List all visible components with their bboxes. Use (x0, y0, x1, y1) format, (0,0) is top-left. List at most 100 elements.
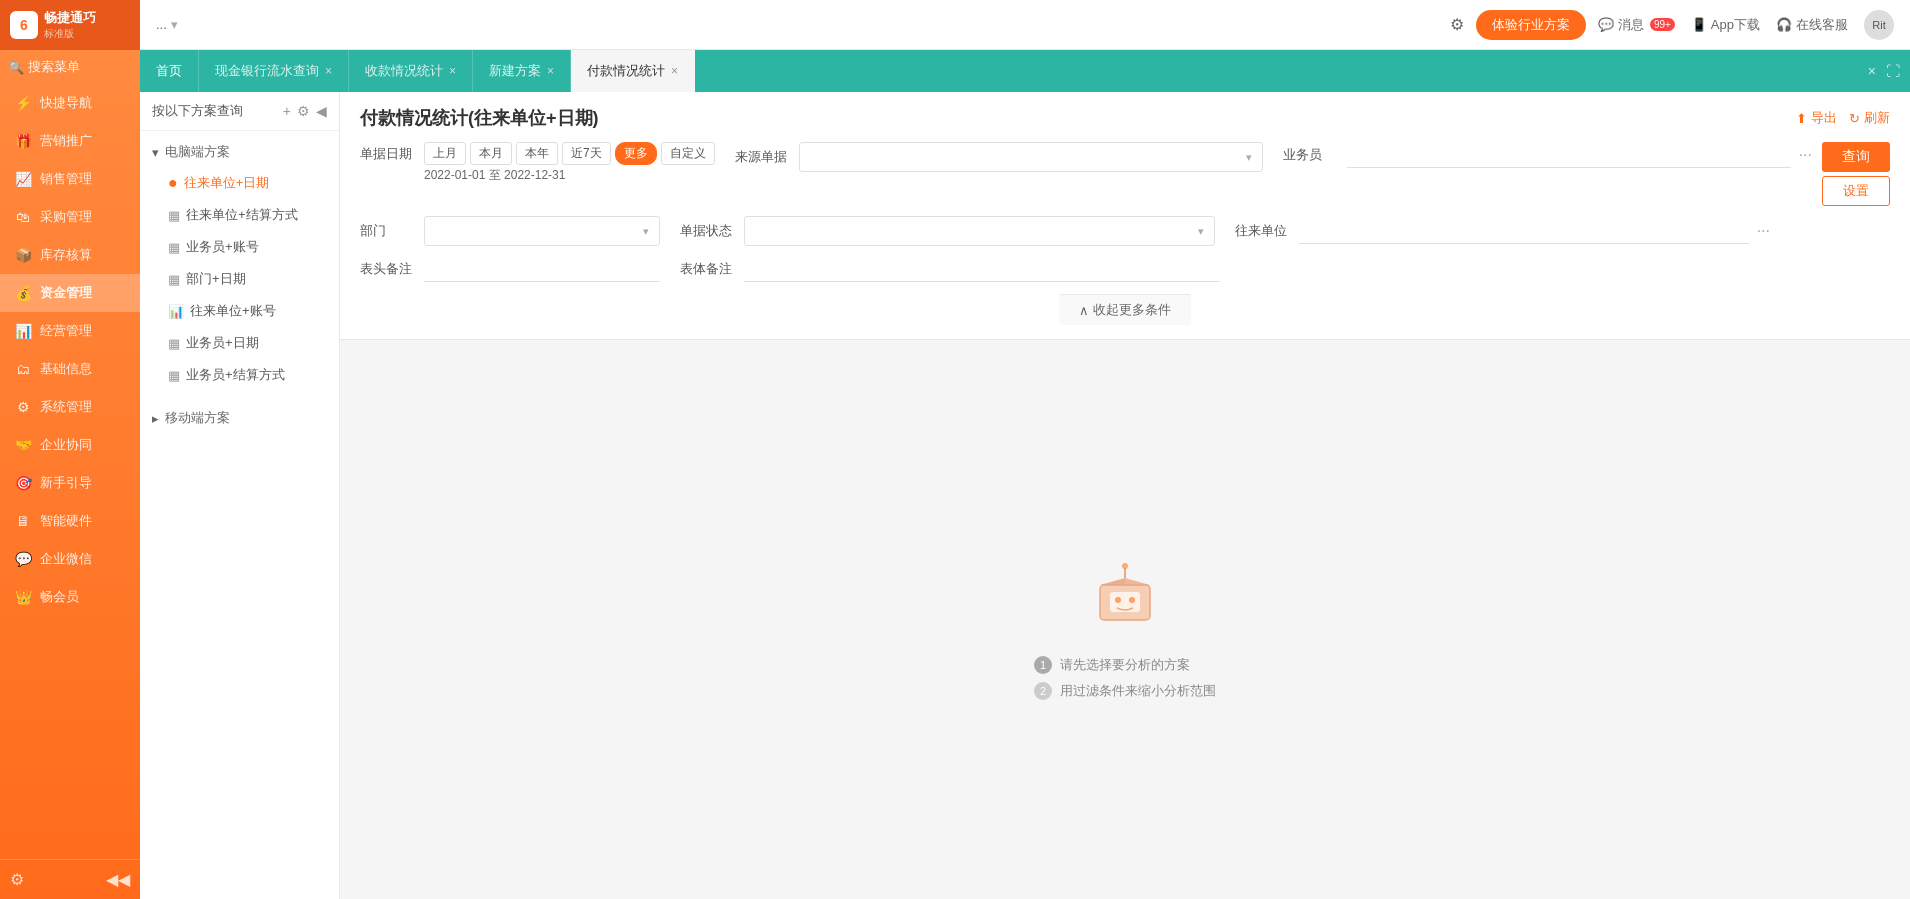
partner-input[interactable] (1299, 218, 1749, 244)
tab-payment-close[interactable]: × (671, 64, 678, 78)
dept-select[interactable]: ▾ (424, 216, 660, 246)
tabbar: 首页 现金银行流水查询 × 收款情况统计 × 新建方案 × 付款情况统计 × ×… (140, 50, 1910, 92)
export-btn[interactable]: ⬆ 导出 (1796, 109, 1837, 127)
tabbar-controls: × ⛶ (1858, 50, 1910, 92)
finance-icon: 💰 (14, 284, 32, 302)
sidebar-item-quick-nav[interactable]: ⚡ 快捷导航 (0, 84, 140, 122)
dept-label: 部门 (360, 222, 416, 240)
app-download-btn[interactable]: 📱 App下载 (1691, 16, 1760, 34)
sidebar-item-marketing[interactable]: 🎁 营销推广 (0, 122, 140, 160)
tab-new-plan[interactable]: 新建方案 × (473, 50, 571, 92)
plan-item-salesman-settle[interactable]: ▦ 业务员+结算方式 (140, 359, 339, 391)
system-icon: ⚙ (14, 398, 32, 416)
sidebar-footer: ⚙ ◀◀ (0, 859, 140, 899)
search-menu[interactable]: 🔍 搜索菜单 (0, 50, 140, 84)
plan-item-dept-date[interactable]: ▦ 部门+日期 (140, 263, 339, 295)
customer-service-btn[interactable]: 🎧 在线客服 (1776, 16, 1848, 34)
plan-icon-partner-date: ● (168, 174, 178, 192)
date-this-month[interactable]: 本月 (470, 142, 512, 165)
plan-item-partner-date[interactable]: ● 往来单位+日期 (140, 167, 339, 199)
mobile-section-header[interactable]: ▸ 移动端方案 (140, 403, 339, 433)
tab-payment[interactable]: 付款情况统计 × (571, 50, 695, 92)
logo-name: 畅捷通巧 (44, 9, 96, 27)
sidebar-item-system[interactable]: ⚙ 系统管理 (0, 388, 140, 426)
tab-bank[interactable]: 现金银行流水查询 × (199, 50, 349, 92)
collapse-more-btn[interactable]: ∧ 收起更多条件 (1059, 294, 1191, 325)
tab-new-plan-close[interactable]: × (547, 64, 554, 78)
date-7days[interactable]: 近7天 (562, 142, 611, 165)
refresh-btn[interactable]: ↻ 刷新 (1849, 109, 1890, 127)
empty-tip-1: 1 请先选择要分析的方案 (1034, 656, 1216, 674)
tab-home[interactable]: 首页 (140, 50, 199, 92)
topbar-settings-btn[interactable]: ⚙ (1450, 15, 1464, 34)
sidebar-footer-settings[interactable]: ⚙ (10, 870, 24, 889)
breadcrumb: ... ▾ (156, 17, 1438, 32)
tab-receivable-close[interactable]: × (449, 64, 456, 78)
date-custom[interactable]: 自定义 (661, 142, 715, 165)
sales-icon: 📈 (14, 170, 32, 188)
dept-dropdown-icon: ▾ (643, 225, 649, 238)
sidebar-item-guide[interactable]: 🎯 新手引导 (0, 464, 140, 502)
plan-item-partner-settle[interactable]: ▦ 往来单位+结算方式 (140, 199, 339, 231)
tab-bank-close[interactable]: × (325, 64, 332, 78)
guide-icon: 🎯 (14, 474, 32, 492)
sidebar-item-purchase[interactable]: 🛍 采购管理 (0, 198, 140, 236)
source-dropdown-icon: ▾ (1246, 151, 1252, 164)
partner-more-btn[interactable]: ··· (1757, 222, 1770, 240)
source-select[interactable]: ▾ (799, 142, 1264, 172)
sidebar-item-finance[interactable]: 💰 资金管理 (0, 274, 140, 312)
member-icon: 👑 (14, 588, 32, 606)
desktop-section: ▾ 电脑端方案 ● 往来单位+日期 ▦ 往来单位+结算方式 ▦ 业务员+账号 ▦ (140, 131, 339, 397)
sidebar-item-operation[interactable]: 📊 经营管理 (0, 312, 140, 350)
date-last-month[interactable]: 上月 (424, 142, 466, 165)
breadcrumb-dropdown-icon[interactable]: ▾ (171, 17, 178, 32)
right-area: 付款情况统计(往来单位+日期) ⬆ 导出 ↻ 刷新 (340, 92, 1910, 899)
trial-btn[interactable]: 体验行业方案 (1476, 10, 1586, 40)
sidebar-item-basic[interactable]: 🗂 基础信息 (0, 350, 140, 388)
plan-icon-salesman-settle: ▦ (168, 368, 180, 383)
doc-status-select[interactable]: ▾ (744, 216, 1215, 246)
tab-expand-btn[interactable]: ⛶ (1886, 63, 1900, 79)
date-this-year[interactable]: 本年 (516, 142, 558, 165)
svg-point-5 (1115, 597, 1121, 603)
plan-item-salesman-date[interactable]: ▦ 业务员+日期 (140, 327, 339, 359)
wechat-icon: 💬 (14, 550, 32, 568)
plan-icon-salesman-account: ▦ (168, 240, 180, 255)
sidebar-nav: ⚡ 快捷导航 🎁 营销推广 📈 销售管理 🛍 采购管理 📦 库存核算 💰 资金管… (0, 84, 140, 859)
filter-area: 付款情况统计(往来单位+日期) ⬆ 导出 ↻ 刷新 (340, 92, 1910, 340)
customer-service-icon: 🎧 (1776, 17, 1792, 32)
content-area: 1 请先选择要分析的方案 2 用过滤条件来缩小分析范围 (340, 340, 1910, 899)
query-btn[interactable]: 查询 (1822, 142, 1890, 172)
user-avatar[interactable]: Rit (1864, 10, 1894, 40)
note-header-input[interactable] (424, 256, 660, 282)
sidebar-item-sales[interactable]: 📈 销售管理 (0, 160, 140, 198)
filter-settings-btn[interactable]: 设置 (1822, 176, 1890, 206)
tab-receivable[interactable]: 收款情况统计 × (349, 50, 473, 92)
plan-item-partner-account[interactable]: 📊 往来单位+账号 (140, 295, 339, 327)
salesman-input[interactable] (1347, 142, 1790, 168)
desktop-section-header[interactable]: ▾ 电脑端方案 (140, 137, 339, 167)
date-more[interactable]: 更多 (615, 142, 657, 165)
add-plan-btn[interactable]: + (283, 103, 291, 119)
empty-tip-2: 2 用过滤条件来缩小分析范围 (1034, 682, 1216, 700)
inventory-icon: 📦 (14, 246, 32, 264)
note-body-input[interactable] (744, 256, 1220, 282)
tab-close-all-btn[interactable]: × (1868, 63, 1876, 79)
partner-label: 往来单位 (1235, 222, 1291, 240)
empty-tips: 1 请先选择要分析的方案 2 用过滤条件来缩小分析范围 (1034, 656, 1216, 700)
operation-icon: 📊 (14, 322, 32, 340)
plan-item-salesman-account[interactable]: ▦ 业务员+账号 (140, 231, 339, 263)
sidebar-item-wechat[interactable]: 💬 企业微信 (0, 540, 140, 578)
sidebar-item-enterprise[interactable]: 🤝 企业协同 (0, 426, 140, 464)
sidebar-item-member[interactable]: 👑 畅会员 (0, 578, 140, 616)
salesman-more-btn[interactable]: ··· (1799, 146, 1812, 164)
sidebar-item-hardware[interactable]: 🖥 智能硬件 (0, 502, 140, 540)
plan-settings-btn[interactable]: ⚙ (297, 103, 310, 119)
topbar-actions: 💬 消息 99+ 📱 App下载 🎧 在线客服 Rit (1598, 10, 1894, 40)
sidebar-collapse-btn[interactable]: ◀◀ (106, 870, 130, 889)
panel-collapse-btn[interactable]: ◀ (316, 103, 327, 119)
marketing-icon: 🎁 (14, 132, 32, 150)
page-content: 按以下方案查询 + ⚙ ◀ ▾ 电脑端方案 ● 往来单位+日期 ▦ 往来单位+结… (140, 92, 1910, 899)
notification-btn[interactable]: 💬 消息 99+ (1598, 16, 1675, 34)
sidebar-item-inventory[interactable]: 📦 库存核算 (0, 236, 140, 274)
